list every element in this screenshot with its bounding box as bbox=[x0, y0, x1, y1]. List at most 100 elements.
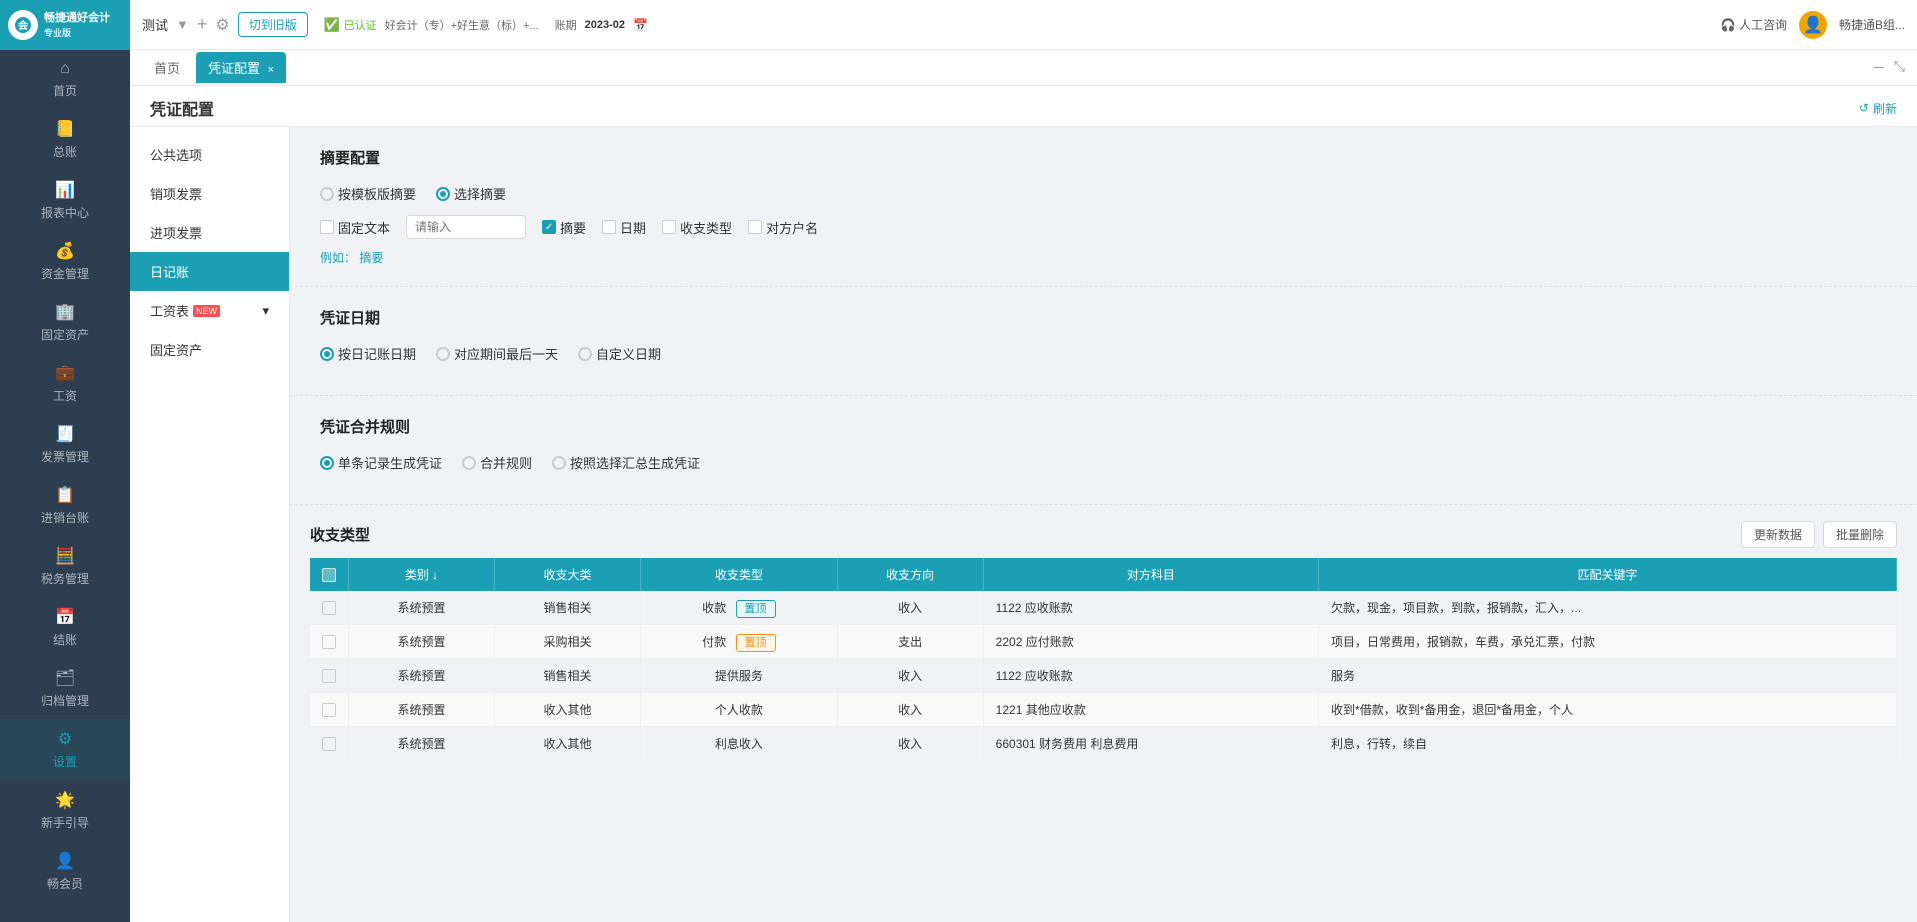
pin-tag-1[interactable]: 置顶 bbox=[736, 600, 776, 618]
page-title: 凭证配置 bbox=[150, 96, 214, 120]
td-direction: 收入 bbox=[837, 591, 983, 625]
window-controls: － ⤡ bbox=[1872, 58, 1905, 78]
sidebar-item-label: 工资 bbox=[53, 387, 77, 404]
radio-custom-date[interactable]: 自定义日期 bbox=[578, 344, 661, 363]
tab-home[interactable]: 首页 bbox=[142, 52, 192, 83]
row-checkbox-1[interactable] bbox=[322, 601, 336, 615]
sidebar-item-label: 发票管理 bbox=[41, 448, 89, 465]
left-nav-fixed-assets[interactable]: 固定资产 bbox=[130, 330, 289, 369]
sidebar-item-label: 总账 bbox=[53, 143, 77, 160]
row-checkbox-5[interactable] bbox=[322, 737, 336, 751]
calendar-icon[interactable]: 📅 bbox=[633, 18, 648, 32]
sidebar-item-home[interactable]: ⌂ 首页 bbox=[0, 50, 130, 109]
td-checkbox bbox=[310, 659, 349, 693]
close-period-icon: 📅 bbox=[55, 607, 75, 627]
sidebar-item-salary[interactable]: 💼 工资 bbox=[0, 353, 130, 414]
sidebar-item-close[interactable]: 📅 结账 bbox=[0, 597, 130, 658]
ledger-icon: 📒 bbox=[55, 119, 75, 139]
invoice-icon: 🧾 bbox=[55, 424, 75, 444]
sidebar-item-tax[interactable]: 🧮 税务管理 bbox=[0, 536, 130, 597]
add-icon[interactable]: + bbox=[197, 14, 208, 35]
th-keywords: 匹配关键字 bbox=[1319, 558, 1897, 591]
minimize-icon[interactable]: － bbox=[1872, 58, 1886, 78]
sidebar-item-invoice[interactable]: 🧾 发票管理 bbox=[0, 414, 130, 475]
sidebar-item-member[interactable]: 👤 畅会员 bbox=[0, 841, 130, 902]
date-section: 凭证日期 按日记账日期 对应期间最后一天 自定义日期 bbox=[290, 287, 1917, 396]
checkbox-box-counterparty bbox=[748, 220, 762, 234]
table-row: 系统预置 收入其他 个人收款 收入 1221 其他应收款 收到*借款，收到*备用… bbox=[310, 693, 1897, 727]
merge-section: 凭证合并规则 单条记录生成凭证 合并规则 按照选择汇总生成凭证 bbox=[290, 396, 1917, 505]
td-checkbox bbox=[310, 591, 349, 625]
table-row: 系统预置 收入其他 利息收入 收入 660301 财务费用 利息费用 利息，行转… bbox=[310, 727, 1897, 761]
radio-period-last-day[interactable]: 对应期间最后一天 bbox=[436, 344, 558, 363]
tab-voucher-config[interactable]: 凭证配置 × bbox=[196, 52, 286, 83]
td-subject: 660301 财务费用 利息费用 bbox=[983, 727, 1318, 761]
dropdown-arrow-icon[interactable]: ▼ bbox=[176, 17, 189, 32]
update-data-button[interactable]: 更新数据 bbox=[1741, 521, 1815, 548]
pin-tag-2[interactable]: 置顶 bbox=[736, 634, 776, 652]
row-checkbox-3[interactable] bbox=[322, 669, 336, 683]
checkbox-fixed-text[interactable]: 固定文本 bbox=[320, 218, 390, 237]
sidebar-item-label: 报表中心 bbox=[41, 204, 89, 221]
app-name: 畅捷通好会计 bbox=[44, 11, 110, 25]
left-nav-payroll[interactable]: 工资表 NEW ▾ bbox=[130, 291, 289, 330]
left-nav-purchase-invoice[interactable]: 进项发票 bbox=[130, 213, 289, 252]
td-type: 付款 置顶 bbox=[641, 625, 838, 659]
select-all-checkbox[interactable] bbox=[322, 568, 336, 582]
batch-delete-button[interactable]: 批量删除 bbox=[1823, 521, 1897, 548]
sidebar-item-fixed-assets[interactable]: 🏢 固定资产 bbox=[0, 292, 130, 353]
sidebar-item-ledger[interactable]: 📒 总账 bbox=[0, 109, 130, 170]
sidebar-item-funds[interactable]: 💰 资金管理 bbox=[0, 231, 130, 292]
logo-icon: 会 bbox=[8, 10, 38, 40]
tab-close-icon[interactable]: × bbox=[268, 64, 274, 76]
radio-select-summary[interactable]: 选择摘要 bbox=[436, 184, 506, 203]
page-wrapper: 首页 凭证配置 × － ⤡ 凭证配置 ↺ 刷新 公共选项 bbox=[130, 50, 1917, 922]
maximize-icon[interactable]: ⤡ bbox=[1894, 58, 1905, 78]
sidebar-item-trade[interactable]: 📋 进销台账 bbox=[0, 475, 130, 536]
radio-journal-date[interactable]: 按日记账日期 bbox=[320, 344, 416, 363]
sidebar-item-archive[interactable]: 🗂 归档管理 bbox=[0, 658, 130, 719]
refresh-button[interactable]: ↺ 刷新 bbox=[1859, 100, 1897, 117]
td-category: 系统预置 bbox=[349, 659, 495, 693]
table-section: 收支类型 更新数据 批量删除 类别 ↓ bbox=[290, 505, 1917, 777]
row-checkbox-4[interactable] bbox=[322, 703, 336, 717]
radio-merge-rule[interactable]: 合并规则 bbox=[462, 453, 532, 472]
sidebar-item-label: 归档管理 bbox=[41, 692, 89, 709]
radio-dot-period bbox=[436, 347, 450, 361]
td-subject: 1122 应收账款 bbox=[983, 659, 1318, 693]
checkbox-summary[interactable]: 摘要 bbox=[542, 218, 586, 237]
sidebar-item-settings[interactable]: ⚙ 设置 bbox=[0, 719, 130, 780]
checkbox-counterparty[interactable]: 对方户名 bbox=[748, 218, 818, 237]
sidebar-item-label: 新手引导 bbox=[41, 814, 89, 831]
checkbox-date[interactable]: 日期 bbox=[602, 218, 646, 237]
table-actions: 更新数据 批量删除 bbox=[1741, 521, 1897, 548]
date-radio-group: 按日记账日期 对应期间最后一天 自定义日期 bbox=[320, 344, 1887, 363]
td-keywords: 利息，行转，续自 bbox=[1319, 727, 1897, 761]
funds-icon: 💰 bbox=[55, 241, 75, 261]
td-keywords: 项目，日常费用，报销款，车费，承兑汇票，付款 bbox=[1319, 625, 1897, 659]
radio-total-generate[interactable]: 按照选择汇总生成凭证 bbox=[552, 453, 700, 472]
settings-gear-icon[interactable]: ⚙ bbox=[215, 15, 229, 35]
td-checkbox bbox=[310, 625, 349, 659]
user-avatar[interactable]: 👤 bbox=[1799, 11, 1827, 39]
period-label: 账期 bbox=[555, 17, 577, 33]
help-button[interactable]: 🎧 人工咨询 bbox=[1721, 16, 1787, 33]
td-subject: 1122 应收账款 bbox=[983, 591, 1318, 625]
sidebar-item-guide[interactable]: 🌟 新手引导 bbox=[0, 780, 130, 841]
radio-single-record[interactable]: 单条记录生成凭证 bbox=[320, 453, 442, 472]
left-nav-journal[interactable]: 日记账 bbox=[130, 252, 289, 291]
fixed-text-input[interactable] bbox=[406, 215, 526, 239]
row-checkbox-2[interactable] bbox=[322, 635, 336, 649]
switch-version-button[interactable]: 切到旧版 bbox=[238, 12, 308, 37]
headset-icon: 🎧 bbox=[1721, 18, 1736, 32]
checkbox-income-type[interactable]: 收支类型 bbox=[662, 218, 732, 237]
income-expense-table: 类别 ↓ 收支大类 收支类型 收支方向 对方科目 匹配关键字 bbox=[310, 558, 1897, 761]
sidebar-item-reports[interactable]: 📊 报表中心 bbox=[0, 170, 130, 231]
left-nav-sales-invoice[interactable]: 销项发票 bbox=[130, 174, 289, 213]
td-type: 收款 置顶 bbox=[641, 591, 838, 625]
table-row: 系统预置 销售相关 收款 置顶 收入 1122 应收账款 欠款，现金，项目款，到… bbox=[310, 591, 1897, 625]
radio-template-summary[interactable]: 按模板版摘要 bbox=[320, 184, 416, 203]
app-sub: 专业版 bbox=[44, 26, 110, 39]
main-area: 测试 ▼ + ⚙ 切到旧版 ✅ 已认证 好会计（专）+好生意（标）+... 账期… bbox=[130, 0, 1917, 922]
left-nav-public[interactable]: 公共选项 bbox=[130, 135, 289, 174]
